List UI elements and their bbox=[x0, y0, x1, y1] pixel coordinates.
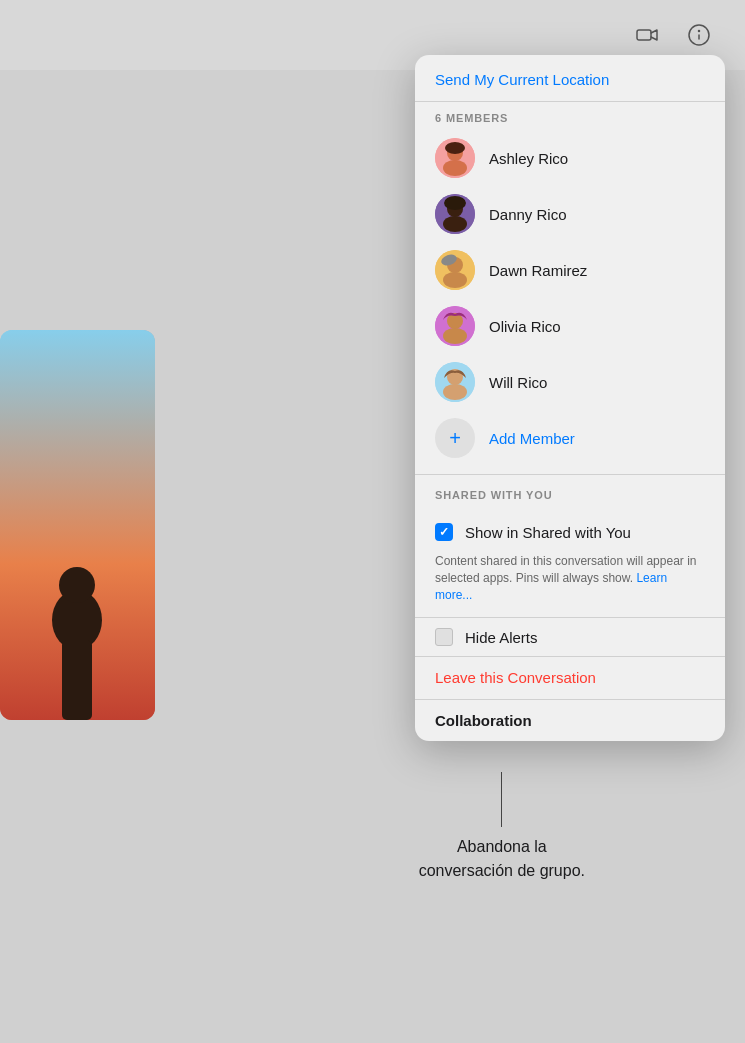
member-name-ashley: Ashley Rico bbox=[489, 150, 568, 167]
photo-thumbnail bbox=[0, 330, 155, 720]
show-in-shared-checkbox[interactable]: ✓ bbox=[435, 523, 453, 541]
collaboration-label: Collaboration bbox=[435, 712, 532, 729]
svg-point-22 bbox=[443, 328, 467, 344]
shared-with-you-header: SHARED WITH YOU bbox=[415, 479, 725, 507]
member-item[interactable]: Ashley Rico bbox=[415, 130, 725, 186]
svg-point-10 bbox=[443, 160, 467, 176]
member-item[interactable]: Danny Rico bbox=[415, 186, 725, 242]
video-call-icon[interactable] bbox=[631, 19, 663, 51]
svg-point-18 bbox=[443, 272, 467, 288]
avatar-danny bbox=[435, 194, 475, 234]
member-item[interactable]: Olivia Rico bbox=[415, 298, 725, 354]
member-list: Ashley Rico Danny Rico bbox=[415, 130, 725, 470]
shared-with-you-section: ✓ Show in Shared with You Content shared… bbox=[415, 507, 725, 617]
hide-alerts-row[interactable]: Hide Alerts bbox=[415, 617, 725, 656]
add-member-icon: + bbox=[435, 418, 475, 458]
show-in-shared-label: Show in Shared with You bbox=[465, 524, 631, 541]
svg-point-11 bbox=[445, 142, 465, 154]
leave-conversation-button[interactable]: Leave this Conversation bbox=[435, 669, 596, 686]
add-member-label: Add Member bbox=[489, 430, 575, 447]
svg-rect-4 bbox=[637, 30, 651, 40]
member-name-will: Will Rico bbox=[489, 374, 547, 391]
member-item[interactable]: Dawn Ramirez bbox=[415, 242, 725, 298]
avatar-ashley bbox=[435, 138, 475, 178]
add-member-button[interactable]: + Add Member bbox=[415, 410, 725, 466]
callout-line bbox=[501, 772, 502, 827]
show-in-shared-row[interactable]: ✓ Show in Shared with You bbox=[415, 515, 725, 549]
svg-rect-2 bbox=[62, 640, 92, 720]
callout-text: Abandona laconversación de grupo. bbox=[419, 835, 585, 883]
info-icon[interactable] bbox=[683, 19, 715, 51]
hide-alerts-checkbox[interactable] bbox=[435, 628, 453, 646]
send-location-section: Send My Current Location bbox=[415, 55, 725, 102]
svg-point-3 bbox=[59, 567, 95, 603]
send-location-button[interactable]: Send My Current Location bbox=[435, 71, 609, 88]
member-name-olivia: Olivia Rico bbox=[489, 318, 561, 335]
collaboration-section: Collaboration bbox=[415, 699, 725, 741]
hide-alerts-label: Hide Alerts bbox=[465, 629, 538, 646]
member-name-dawn: Dawn Ramirez bbox=[489, 262, 587, 279]
svg-point-14 bbox=[443, 216, 467, 232]
info-popup: Send My Current Location 6 MEMBERS Ashle… bbox=[415, 55, 725, 741]
divider-1 bbox=[415, 474, 725, 475]
shared-description: Content shared in this conversation will… bbox=[415, 549, 725, 613]
avatar-will bbox=[435, 362, 475, 402]
svg-point-15 bbox=[444, 196, 466, 210]
checkmark-icon: ✓ bbox=[439, 525, 449, 539]
members-header: 6 MEMBERS bbox=[415, 102, 725, 130]
member-name-danny: Danny Rico bbox=[489, 206, 567, 223]
svg-point-25 bbox=[443, 384, 467, 400]
member-item[interactable]: Will Rico bbox=[415, 354, 725, 410]
callout-container: Abandona laconversación de grupo. bbox=[419, 772, 585, 883]
background-photo bbox=[0, 330, 155, 720]
avatar-olivia bbox=[435, 306, 475, 346]
leave-conversation-section: Leave this Conversation bbox=[415, 656, 725, 699]
avatar-dawn bbox=[435, 250, 475, 290]
